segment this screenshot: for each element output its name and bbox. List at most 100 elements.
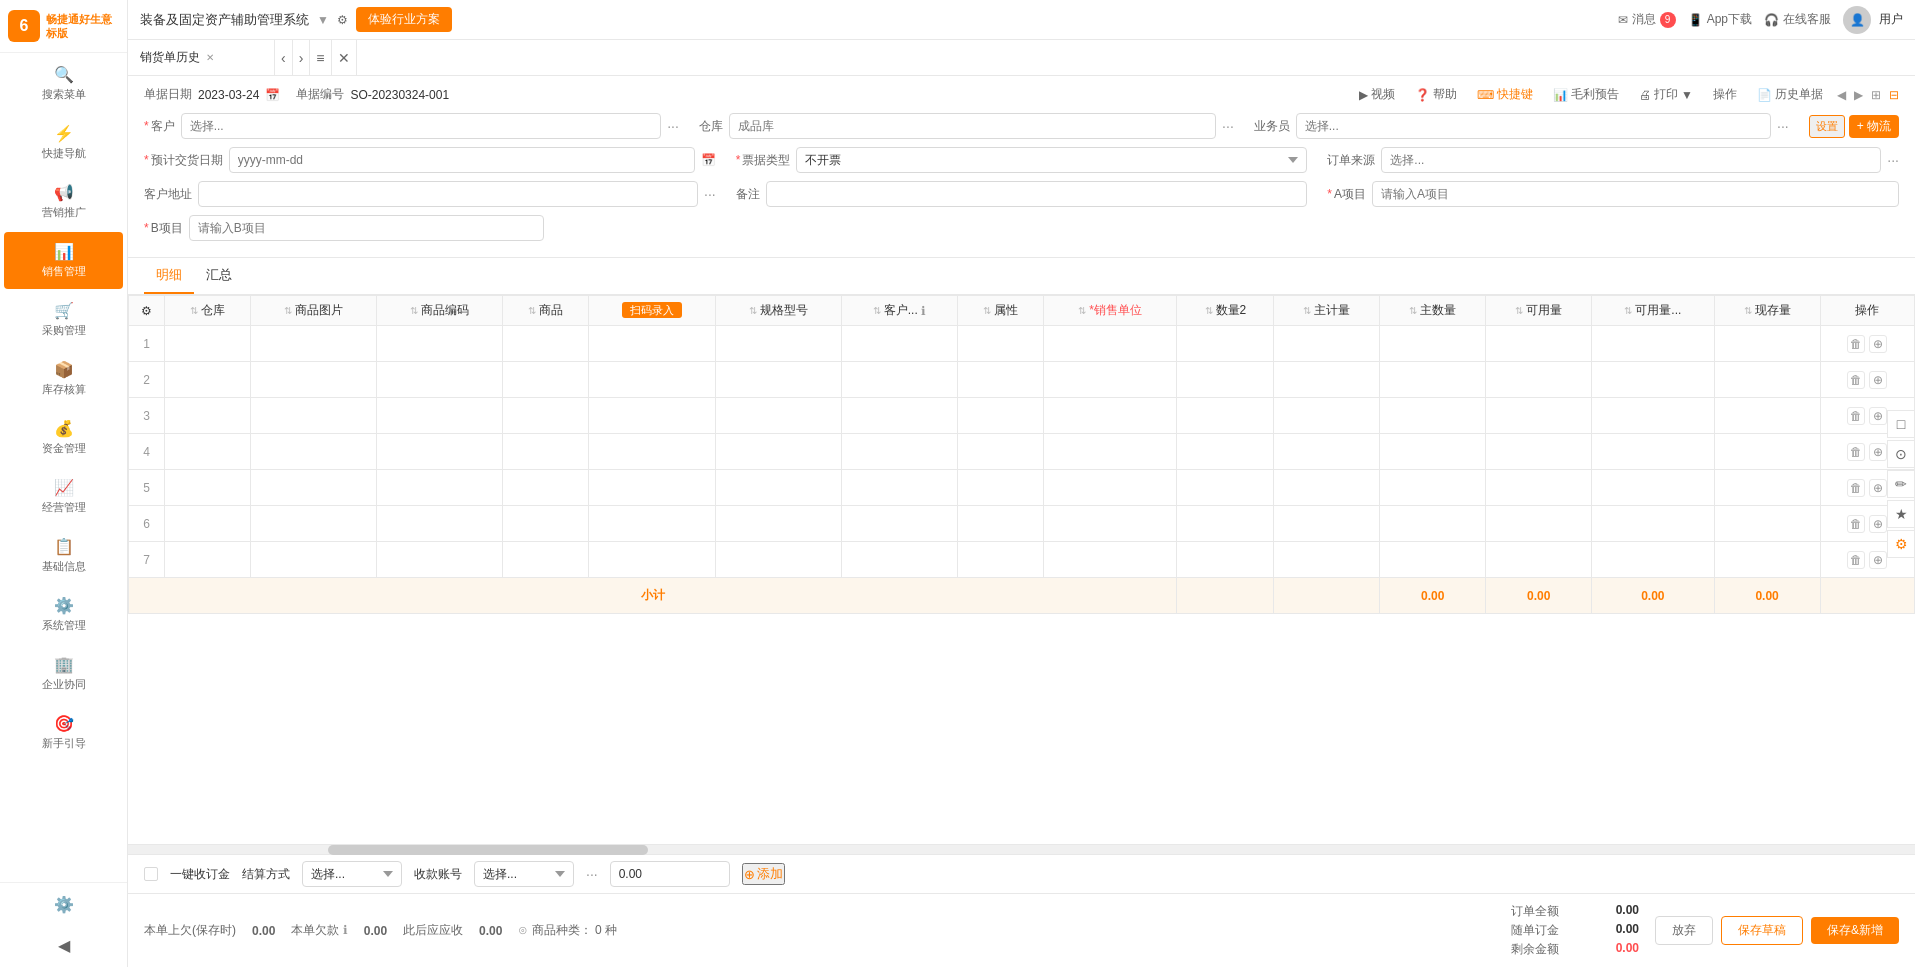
row-unit[interactable] (1043, 542, 1177, 578)
float-btn-1[interactable]: □ (1887, 410, 1915, 438)
row-attribute[interactable] (957, 506, 1043, 542)
row-code[interactable] (376, 434, 502, 470)
row-attribute[interactable] (957, 362, 1043, 398)
row-unit[interactable] (1043, 326, 1177, 362)
row-spec[interactable] (716, 398, 842, 434)
row-main-unit[interactable] (1274, 362, 1380, 398)
config-settings-btn[interactable]: 设置 (1809, 115, 1845, 138)
salesperson-input[interactable] (1296, 113, 1771, 139)
row-customer-code[interactable] (841, 398, 957, 434)
delivery-calendar-icon[interactable]: 📅 (701, 153, 716, 167)
tab-detail[interactable]: 明细 (144, 258, 194, 294)
warehouse-input[interactable] (729, 113, 1216, 139)
row-main-unit[interactable] (1274, 326, 1380, 362)
grid-icon[interactable]: ⊟ (1889, 88, 1899, 102)
row-customer-code[interactable] (841, 434, 957, 470)
dropdown-arrow[interactable]: ▼ (317, 13, 329, 27)
row-code[interactable] (376, 542, 502, 578)
sidebar-item-purchase[interactable]: 🛒采购管理 (4, 291, 123, 348)
online-service-btn[interactable]: 🎧 在线客服 (1764, 11, 1831, 28)
row-available[interactable] (1486, 542, 1592, 578)
row-image[interactable] (251, 362, 377, 398)
float-btn-2[interactable]: ⊙ (1887, 440, 1915, 468)
row-qty2[interactable] (1177, 398, 1274, 434)
a-project-input[interactable] (1372, 181, 1899, 207)
sidebar-item-finance[interactable]: 💰资金管理 (4, 409, 123, 466)
row-unit[interactable] (1043, 506, 1177, 542)
row-image[interactable] (251, 506, 377, 542)
row-main-qty[interactable] (1380, 326, 1486, 362)
customer-more-btn[interactable]: ··· (667, 118, 679, 134)
one-click-checkbox[interactable] (144, 867, 158, 881)
scroll-thumb[interactable] (328, 845, 648, 855)
row-current-stock[interactable] (1714, 326, 1820, 362)
row-image[interactable] (251, 398, 377, 434)
row-delete-icon[interactable]: 🗑 (1847, 335, 1865, 353)
row-main-qty[interactable] (1380, 470, 1486, 506)
save-new-btn[interactable]: 保存&新增 (1811, 917, 1899, 944)
row-attribute[interactable] (957, 470, 1043, 506)
address-input[interactable] (198, 181, 698, 207)
row-main-qty[interactable] (1380, 542, 1486, 578)
row-available2[interactable] (1592, 326, 1714, 362)
row-available[interactable] (1486, 398, 1592, 434)
row-qty2[interactable] (1177, 470, 1274, 506)
float-btn-4[interactable]: ★ (1887, 500, 1915, 528)
row-spec[interactable] (716, 470, 842, 506)
row-spec[interactable] (716, 506, 842, 542)
row-current-stock[interactable] (1714, 506, 1820, 542)
row-available2[interactable] (1592, 470, 1714, 506)
row-customer-code[interactable] (841, 470, 957, 506)
row-product[interactable] (502, 542, 588, 578)
row-available2[interactable] (1592, 362, 1714, 398)
row-delete-icon[interactable]: 🗑 (1847, 479, 1865, 497)
row-code[interactable] (376, 362, 502, 398)
row-image[interactable] (251, 542, 377, 578)
tab-next-btn[interactable]: › (293, 40, 311, 76)
row-customer-code[interactable] (841, 326, 957, 362)
app-download-btn[interactable]: 📱 App下载 (1688, 11, 1752, 28)
help-btn[interactable]: ❓ 帮助 (1409, 84, 1463, 105)
customer-input[interactable] (181, 113, 662, 139)
row-scan[interactable] (588, 506, 715, 542)
row-available[interactable] (1486, 326, 1592, 362)
row-scan[interactable] (588, 542, 715, 578)
row-main-unit[interactable] (1274, 542, 1380, 578)
row-product[interactable] (502, 470, 588, 506)
tab-prev-btn[interactable]: ‹ (275, 40, 293, 76)
sidebar-item-quick-nav[interactable]: ⚡快捷导航 (4, 114, 123, 171)
row-warehouse[interactable] (165, 542, 251, 578)
row-main-unit[interactable] (1274, 506, 1380, 542)
row-delete-icon[interactable]: 🗑 (1847, 443, 1865, 461)
tab-close-all-btn[interactable]: ✕ (332, 40, 357, 76)
warehouse-more-btn[interactable]: ··· (1222, 118, 1234, 134)
sidebar-item-guide[interactable]: 🎯新手引导 (4, 704, 123, 761)
row-spec[interactable] (716, 542, 842, 578)
account-more-btn[interactable]: ··· (586, 866, 598, 882)
row-copy-icon[interactable]: ⊕ (1869, 479, 1887, 497)
row-delete-icon[interactable]: 🗑 (1847, 407, 1865, 425)
row-image[interactable] (251, 434, 377, 470)
row-warehouse[interactable] (165, 434, 251, 470)
row-copy-icon[interactable]: ⊕ (1869, 551, 1887, 569)
address-more-btn[interactable]: ··· (704, 186, 716, 202)
row-copy-icon[interactable]: ⊕ (1869, 407, 1887, 425)
row-scan[interactable] (588, 398, 715, 434)
order-source-more-btn[interactable]: ··· (1887, 152, 1899, 168)
row-main-unit[interactable] (1274, 434, 1380, 470)
row-image[interactable] (251, 326, 377, 362)
salesperson-more-btn[interactable]: ··· (1777, 118, 1789, 134)
shortcut-btn[interactable]: ⌨ 快捷键 (1471, 84, 1539, 105)
calendar-icon[interactable]: 📅 (265, 88, 280, 102)
row-warehouse[interactable] (165, 362, 251, 398)
tab-menu-btn[interactable]: ≡ (310, 40, 331, 76)
method-select[interactable]: 选择... (302, 861, 402, 887)
sidebar-item-search[interactable]: 🔍搜索菜单 (4, 55, 123, 112)
row-main-qty[interactable] (1380, 362, 1486, 398)
row-qty2[interactable] (1177, 326, 1274, 362)
row-spec[interactable] (716, 362, 842, 398)
payment-amount-input[interactable] (610, 861, 730, 887)
row-code[interactable] (376, 506, 502, 542)
sidebar-item-settings[interactable]: ⚙️ (4, 885, 123, 924)
row-available2[interactable] (1592, 542, 1714, 578)
